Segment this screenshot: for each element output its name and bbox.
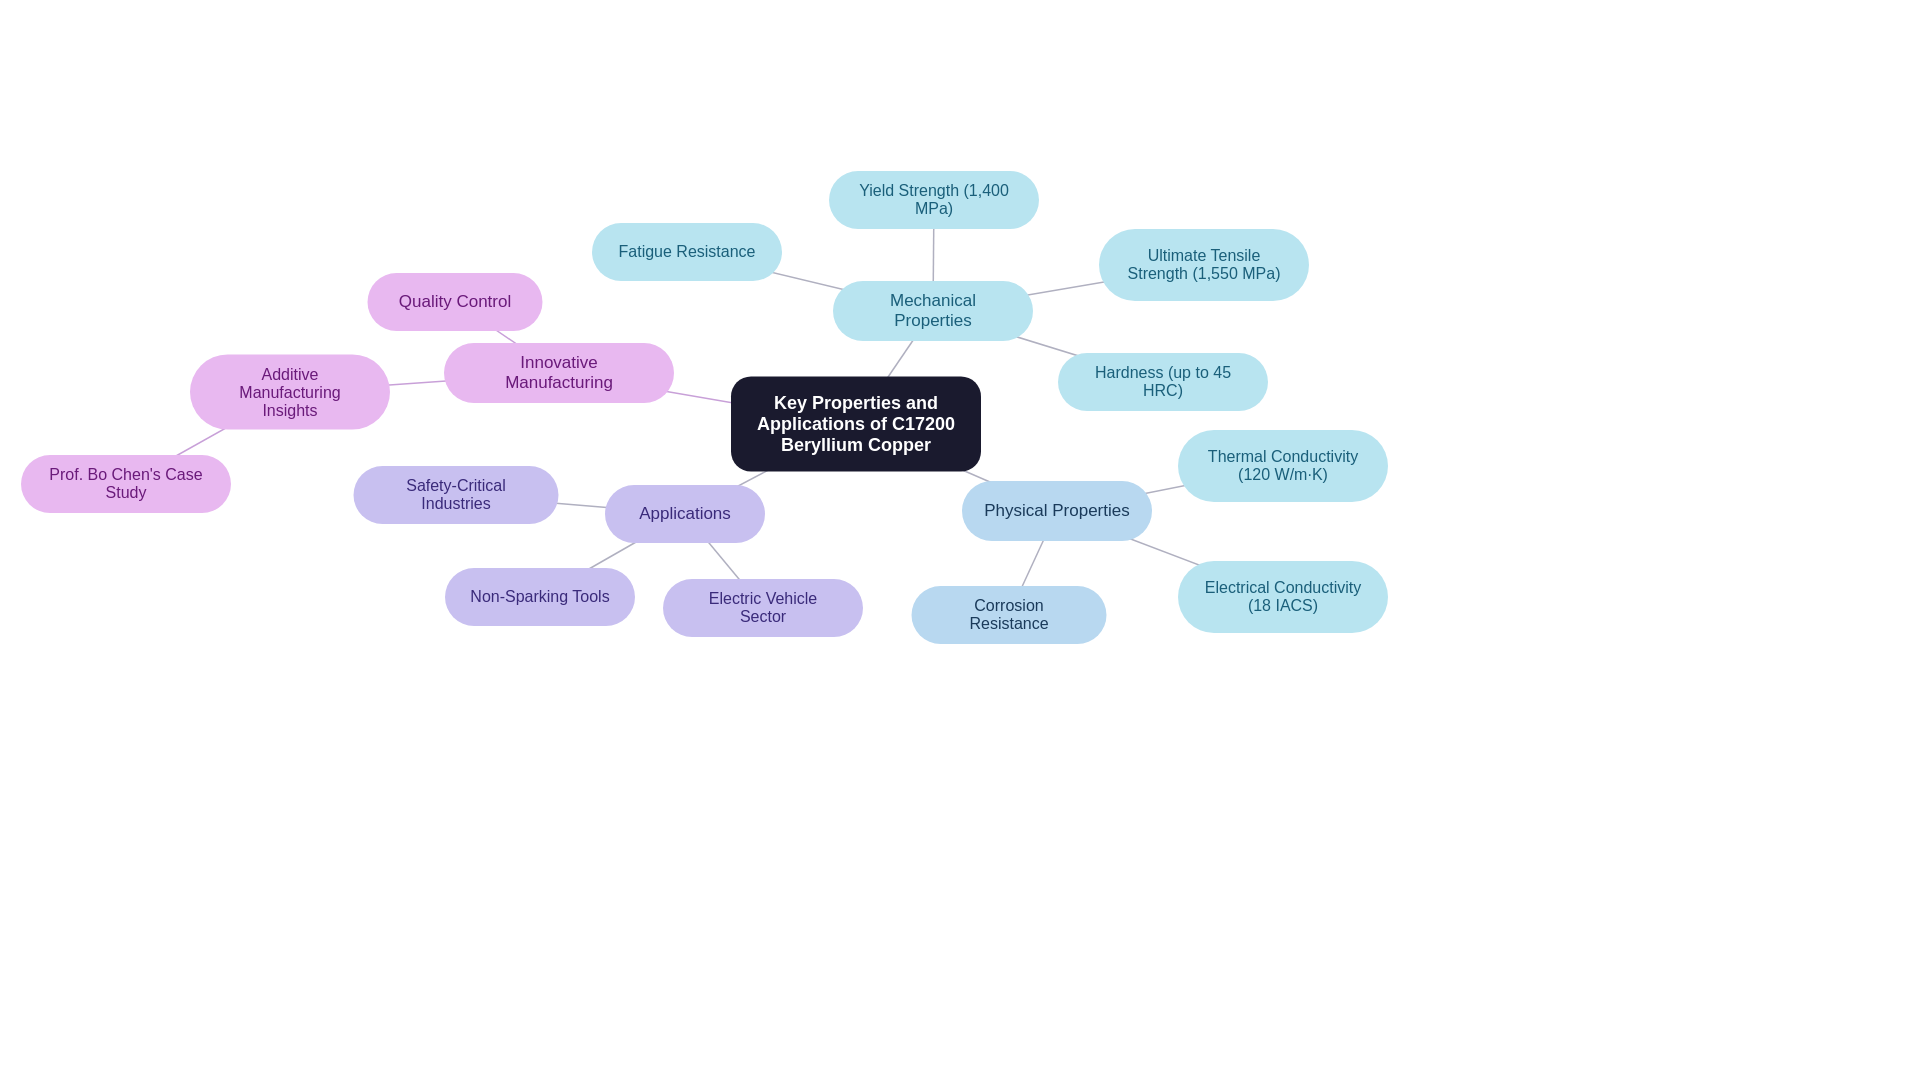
yield-strength-node[interactable]: Yield Strength (1,400 MPa) <box>829 171 1039 229</box>
prof-case-study-node[interactable]: Prof. Bo Chen's Case Study <box>21 455 231 513</box>
center-node[interactable]: Key Properties and Applications of C1720… <box>731 377 981 472</box>
hardness-node[interactable]: Hardness (up to 45 HRC) <box>1058 353 1268 411</box>
corrosion-resistance-node[interactable]: Corrosion Resistance <box>912 586 1107 644</box>
mechanical-properties-node[interactable]: Mechanical Properties <box>833 281 1033 341</box>
quality-control-node[interactable]: Quality Control <box>368 273 543 331</box>
fatigue-resistance-node[interactable]: Fatigue Resistance <box>592 223 782 281</box>
applications-node[interactable]: Applications <box>605 485 765 543</box>
electric-vehicle-node[interactable]: Electric Vehicle Sector <box>663 579 863 637</box>
ultimate-tensile-node[interactable]: Ultimate Tensile Strength (1,550 MPa) <box>1099 229 1309 301</box>
non-sparking-node[interactable]: Non-Sparking Tools <box>445 568 635 626</box>
innovative-manufacturing-node[interactable]: Innovative Manufacturing <box>444 343 674 403</box>
additive-manufacturing-node[interactable]: Additive Manufacturing Insights <box>190 355 390 430</box>
thermal-conductivity-node[interactable]: Thermal Conductivity (120 W/m·K) <box>1178 430 1388 502</box>
connection-lines <box>0 0 1920 1083</box>
safety-critical-node[interactable]: Safety-Critical Industries <box>354 466 559 524</box>
physical-properties-node[interactable]: Physical Properties <box>962 481 1152 541</box>
electrical-conductivity-node[interactable]: Electrical Conductivity (18 IACS) <box>1178 561 1388 633</box>
mindmap-container: Key Properties and Applications of C1720… <box>0 0 1920 1083</box>
